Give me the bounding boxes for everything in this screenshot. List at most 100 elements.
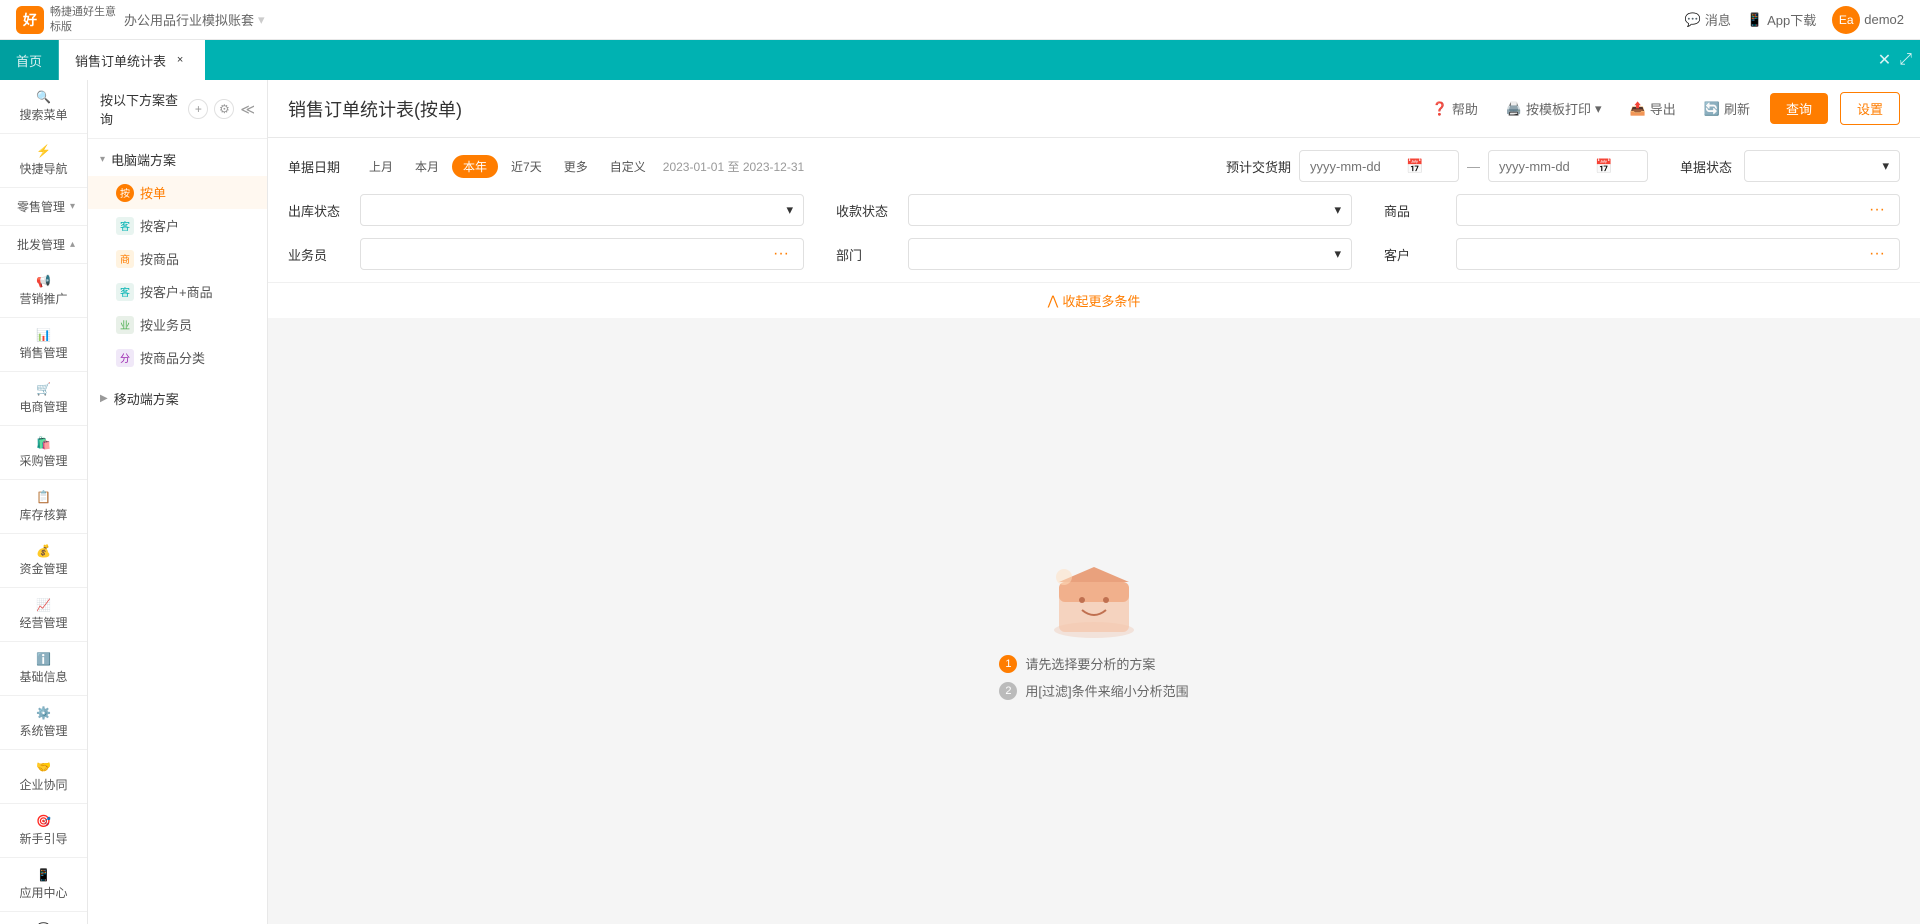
- template-print-button[interactable]: 🖨️ 按模板打印 ▾: [1498, 95, 1610, 122]
- tab-maximize-icon[interactable]: ⤢: [1899, 51, 1912, 69]
- date-separator: —: [1467, 159, 1480, 174]
- goods-select[interactable]: ···: [1456, 194, 1900, 226]
- mobile-expand-icon: ▶: [100, 393, 108, 404]
- goods-more-icon[interactable]: ···: [1865, 201, 1889, 219]
- print-arrow-icon: ▾: [1595, 101, 1602, 117]
- expected-date-to[interactable]: 📅: [1488, 150, 1648, 182]
- sidebar-item-retail[interactable]: 零售管理 ▾: [0, 188, 87, 226]
- expected-date-from-input[interactable]: [1310, 159, 1400, 174]
- tab-close-window-icon[interactable]: ✕: [1878, 50, 1891, 70]
- filter-row-1: 单据日期 上月 本月 本年 近7天 更多 自定义 2023-01-01 至 20…: [288, 150, 1900, 182]
- department-select[interactable]: ▾: [908, 238, 1352, 270]
- top-bar-left: 好 畅捷通好生意 标版 办公用品行业模拟账套 ▾: [16, 5, 265, 34]
- date-btn-more[interactable]: 更多: [555, 155, 597, 178]
- message-action[interactable]: 💬 消息: [1685, 10, 1731, 29]
- enterprise-icon: 🤝: [36, 760, 51, 774]
- pc-schemes-parent[interactable]: ▾ 电脑端方案: [88, 143, 267, 176]
- date-btn-lastmonth[interactable]: 上月: [360, 155, 402, 178]
- collapse-up-icon: ⋀: [1048, 293, 1059, 309]
- tab-sales-stats[interactable]: 销售订单统计表 ×: [59, 40, 205, 80]
- calendar-to-icon[interactable]: 📅: [1595, 158, 1612, 175]
- salesperson-select[interactable]: ···: [360, 238, 804, 270]
- marketing-icon: 📢: [36, 274, 51, 288]
- sidebar-item-newuser[interactable]: 🎯 新手引导: [0, 804, 87, 858]
- refresh-icon: 🔄: [1704, 101, 1720, 117]
- add-scheme-button[interactable]: +: [188, 99, 208, 119]
- order-status-select[interactable]: ▾: [1744, 150, 1900, 182]
- user-action[interactable]: Ea demo2: [1832, 6, 1904, 34]
- payment-status-select[interactable]: ▾: [908, 194, 1352, 226]
- app-download-action[interactable]: 📱 App下载: [1747, 10, 1816, 29]
- date-btn-thismonth[interactable]: 本月: [406, 155, 448, 178]
- date-btn-thisyear[interactable]: 本年: [452, 155, 498, 178]
- pc-section: ▾ 电脑端方案 按 按单 客 按客户 商 按商品 客 按客户+商品: [88, 139, 267, 378]
- sidebar-item-appstore[interactable]: 📱 应用中心: [0, 858, 87, 912]
- order-status-arrow-icon: ▾: [1882, 158, 1889, 174]
- sidebar-item-wechat[interactable]: 💬 企业微信: [0, 912, 87, 924]
- expected-date-from[interactable]: 📅: [1299, 150, 1459, 182]
- pc-expand-icon: ▾: [100, 154, 105, 165]
- avatar: Ea: [1832, 6, 1860, 34]
- scheme-by-salesperson[interactable]: 业 按业务员: [88, 308, 267, 341]
- payment-status-arrow-icon: ▾: [1334, 202, 1341, 218]
- customer-select[interactable]: ···: [1456, 238, 1900, 270]
- left-panel-header: 按以下方案查询 + ⚙ ≪: [88, 80, 267, 139]
- sidebar-item-marketing[interactable]: 📢 营销推广: [0, 264, 87, 318]
- breadcrumb-arrow-icon: ▾: [258, 12, 265, 28]
- content-area: 按以下方案查询 + ⚙ ≪ ▾ 电脑端方案 按: [88, 80, 1920, 924]
- sidebar-item-system[interactable]: ⚙️ 系统管理: [0, 696, 87, 750]
- salesperson-more-icon[interactable]: ···: [769, 245, 793, 263]
- scheme-by-category[interactable]: 分 按商品分类: [88, 341, 267, 374]
- collapse-panel-button[interactable]: ≪: [240, 101, 255, 118]
- empty-illustration: [1034, 542, 1154, 642]
- tab-home[interactable]: 首页: [0, 40, 59, 80]
- system-icon: ⚙️: [36, 706, 51, 720]
- sidebar-item-search[interactable]: 🔍 搜索菜单: [0, 80, 87, 134]
- department-label: 部门: [836, 245, 892, 264]
- sidebar-item-wholesale[interactable]: 批发管理 ▴: [0, 226, 87, 264]
- sidebar-item-ecommerce[interactable]: 🛒 电商管理: [0, 372, 87, 426]
- breadcrumb[interactable]: 办公用品行业模拟账套 ▾: [124, 10, 265, 29]
- operations-icon: 📈: [36, 598, 51, 612]
- scheme-by-product[interactable]: 商 按商品: [88, 242, 267, 275]
- query-button[interactable]: 查询: [1770, 93, 1828, 124]
- export-button[interactable]: 📤 导出: [1622, 95, 1684, 122]
- goods-label: 商品: [1384, 201, 1440, 220]
- filter-area: 单据日期 上月 本月 本年 近7天 更多 自定义 2023-01-01 至 20…: [268, 138, 1920, 282]
- page-header-top: 销售订单统计表(按单) ❓ 帮助 🖨️ 按模板打印 ▾ 📤: [288, 92, 1900, 125]
- settings-button[interactable]: 设置: [1840, 92, 1900, 125]
- scheme-by-customer[interactable]: 客 按客户: [88, 209, 267, 242]
- message-icon: 💬: [1685, 12, 1701, 28]
- sidebar-item-sales[interactable]: 📊 销售管理: [0, 318, 87, 372]
- date-btn-7days[interactable]: 近7天: [502, 155, 551, 178]
- refresh-button[interactable]: 🔄 刷新: [1696, 95, 1758, 122]
- settings-scheme-button[interactable]: ⚙: [214, 99, 234, 119]
- date-btn-custom[interactable]: 自定义: [601, 155, 655, 178]
- sidebar-item-enterprise[interactable]: 🤝 企业协同: [0, 750, 87, 804]
- sidebar: 🔍 搜索菜单 ⚡ 快捷导航 零售管理 ▾ 批发管理 ▴ 📢 营销推广 📊 销售管…: [0, 80, 88, 924]
- sidebar-item-quicknav[interactable]: ⚡ 快捷导航: [0, 134, 87, 188]
- scheme-by-order[interactable]: 按 按单: [88, 176, 267, 209]
- sidebar-item-basic[interactable]: ℹ️ 基础信息: [0, 642, 87, 696]
- customer-more-icon[interactable]: ···: [1865, 245, 1889, 263]
- purchase-icon: 🛍️: [36, 436, 51, 450]
- main-content: 销售订单统计表(按单) ❓ 帮助 🖨️ 按模板打印 ▾ 📤: [268, 80, 1920, 924]
- sidebar-item-purchase[interactable]: 🛍️ 采购管理: [0, 426, 87, 480]
- tab-close-icon[interactable]: ×: [172, 52, 188, 68]
- scheme-by-customer-product[interactable]: 客 按客户+商品: [88, 275, 267, 308]
- sidebar-item-inventory[interactable]: 📋 库存核算: [0, 480, 87, 534]
- top-bar: 好 畅捷通好生意 标版 办公用品行业模拟账套 ▾ 💬 消息 📱 App下载 Ea…: [0, 0, 1920, 40]
- sidebar-item-finance[interactable]: 💰 资金管理: [0, 534, 87, 588]
- help-button[interactable]: ❓ 帮助: [1424, 95, 1486, 122]
- mobile-schemes-parent[interactable]: ▶ 移动端方案: [88, 382, 267, 415]
- sidebar-item-operations[interactable]: 📈 经营管理: [0, 588, 87, 642]
- ship-status-select[interactable]: ▾: [360, 194, 804, 226]
- filter-row-2: 出库状态 ▾ 收款状态 ▾ 商品 ···: [288, 194, 1900, 226]
- left-panel-actions: + ⚙ ≪: [188, 99, 255, 119]
- expected-date-to-input[interactable]: [1499, 159, 1589, 174]
- export-icon: 📤: [1630, 101, 1646, 117]
- quicknav-icon: ⚡: [36, 144, 51, 158]
- calendar-from-icon[interactable]: 📅: [1406, 158, 1423, 175]
- date-range-text: 2023-01-01 至 2023-12-31: [663, 158, 804, 175]
- collapse-filter-bar[interactable]: ⋀ 收起更多条件: [268, 282, 1920, 318]
